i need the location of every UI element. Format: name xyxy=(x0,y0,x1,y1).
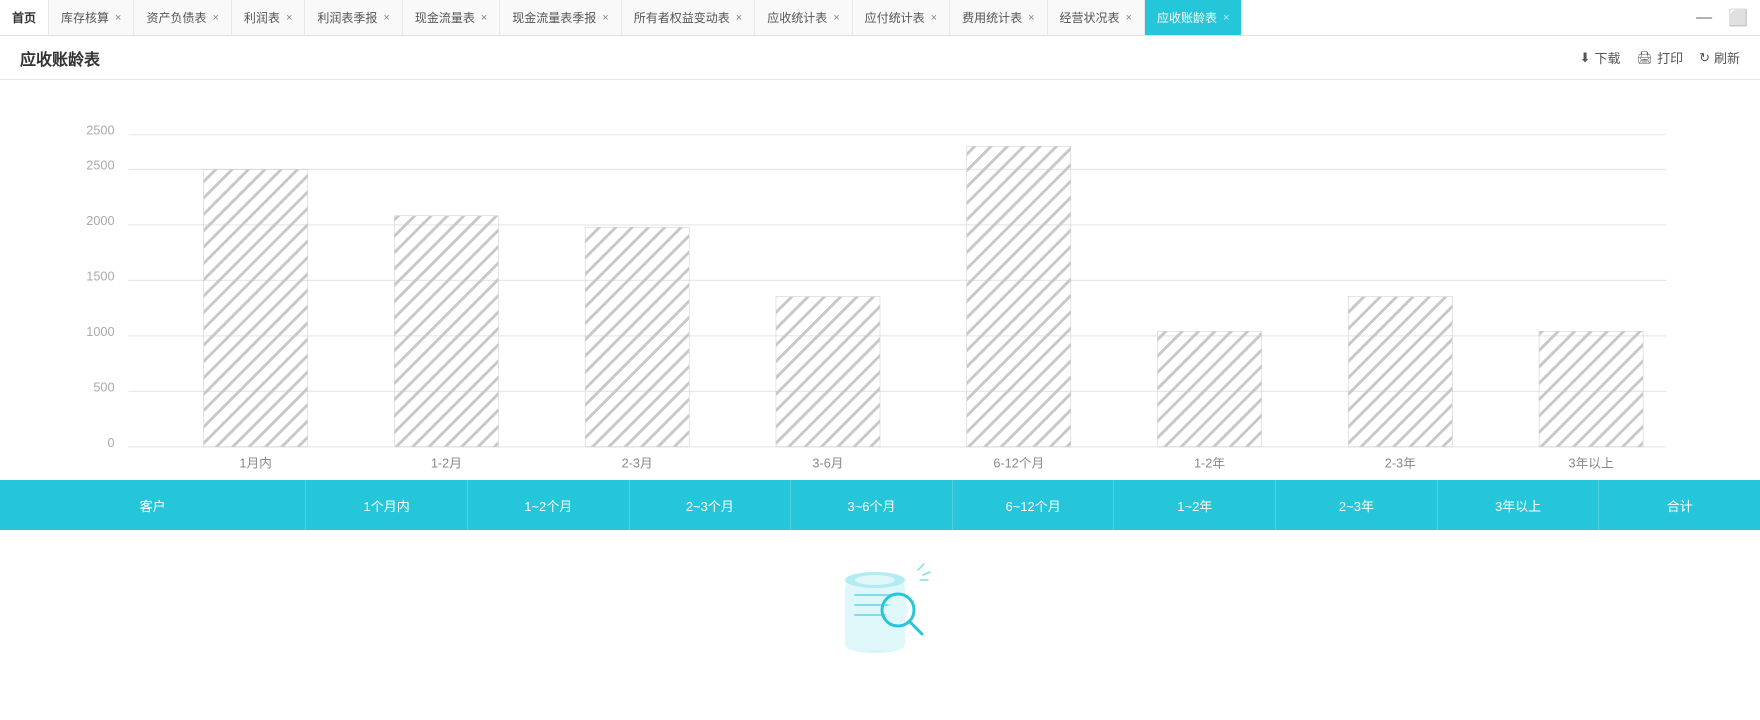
svg-text:1-2月: 1-2月 xyxy=(431,456,462,470)
svg-text:2-3年: 2-3年 xyxy=(1385,456,1416,470)
close-icon[interactable]: × xyxy=(383,12,389,24)
bar-chart: 0 500 1000 1500 2000 2500 2500 1月内 1-2月 … xyxy=(30,100,1730,470)
page-title: 应收账龄表 xyxy=(20,46,100,70)
col-2-3year: 2~3年 xyxy=(1276,480,1438,530)
svg-text:2500: 2500 xyxy=(86,123,114,138)
svg-text:1000: 1000 xyxy=(86,324,114,339)
col-1month: 1个月内 xyxy=(306,480,468,530)
empty-state xyxy=(0,530,1760,690)
close-icon[interactable]: × xyxy=(833,12,839,24)
tab-operations[interactable]: 经营状况表 × xyxy=(1048,0,1145,36)
svg-text:3-6月: 3-6月 xyxy=(812,456,843,470)
close-icon[interactable]: × xyxy=(212,12,218,24)
tab-bar: 首页 库存核算 × 资产负债表 × 利润表 × 利润表季报 × 现金流量表 × … xyxy=(0,0,1760,36)
svg-text:2000: 2000 xyxy=(86,213,114,228)
svg-text:500: 500 xyxy=(93,379,114,394)
svg-text:3年以上: 3年以上 xyxy=(1569,456,1614,470)
close-icon[interactable]: × xyxy=(931,12,937,24)
tab-ar-aging[interactable]: 应收账龄表 × xyxy=(1145,0,1241,36)
refresh-icon: ↻ xyxy=(1699,50,1710,66)
minimize-icon[interactable]: — xyxy=(1692,9,1716,27)
tab-bar-actions: — ⬜ xyxy=(1692,8,1760,28)
print-button[interactable]: 🖨 打印 xyxy=(1637,48,1684,67)
tab-inventory[interactable]: 库存核算 × xyxy=(49,0,134,36)
tab-profit-quarterly[interactable]: 利润表季报 × xyxy=(305,0,402,36)
col-total: 合计 xyxy=(1599,480,1760,530)
close-icon[interactable]: × xyxy=(1028,12,1034,24)
table-header: 客户 1个月内 1~2个月 2~3个月 3~6个月 6~12个月 1~2年 2~… xyxy=(0,480,1760,530)
close-icon[interactable]: × xyxy=(602,12,608,24)
chart-area: 0 500 1000 1500 2000 2500 2500 1月内 1-2月 … xyxy=(0,80,1760,480)
tab-balance-sheet[interactable]: 资产负债表 × xyxy=(134,0,231,36)
col-1-2month: 1~2个月 xyxy=(468,480,630,530)
tab-cashflow-quarterly[interactable]: 现金流量表季报 × xyxy=(500,0,621,36)
close-icon[interactable]: × xyxy=(286,12,292,24)
tab-cashflow[interactable]: 现金流量表 × xyxy=(403,0,500,36)
download-button[interactable]: ⬇ 下载 xyxy=(1580,48,1621,67)
svg-text:2-3月: 2-3月 xyxy=(622,456,653,470)
close-icon[interactable]: × xyxy=(115,12,121,24)
header-actions: ⬇ 下载 🖨 打印 ↻ 刷新 xyxy=(1580,48,1740,67)
tab-expense-stats[interactable]: 费用统计表 × xyxy=(950,0,1047,36)
svg-text:2500: 2500 xyxy=(86,157,114,172)
close-icon[interactable]: × xyxy=(1126,12,1132,24)
col-customer: 客户 xyxy=(0,480,306,530)
svg-text:1月内: 1月内 xyxy=(239,456,271,470)
empty-state-icon xyxy=(820,550,940,670)
col-1-2year: 1~2年 xyxy=(1114,480,1276,530)
tab-equity[interactable]: 所有者权益变动表 × xyxy=(622,0,755,36)
col-6-12month: 6~12个月 xyxy=(953,480,1115,530)
close-icon[interactable]: × xyxy=(736,12,742,24)
tab-ap-stats[interactable]: 应付统计表 × xyxy=(853,0,950,36)
svg-text:6-12个月: 6-12个月 xyxy=(993,456,1044,470)
tab-home[interactable]: 首页 xyxy=(0,0,49,36)
col-3-6month: 3~6个月 xyxy=(791,480,953,530)
tab-profit[interactable]: 利润表 × xyxy=(232,0,305,36)
svg-text:0: 0 xyxy=(107,435,114,450)
col-2-3month: 2~3个月 xyxy=(630,480,792,530)
close-icon[interactable]: × xyxy=(1223,12,1229,24)
page-header: 应收账龄表 ⬇ 下载 🖨 打印 ↻ 刷新 xyxy=(0,36,1760,80)
download-icon: ⬇ xyxy=(1580,50,1591,66)
refresh-button[interactable]: ↻ 刷新 xyxy=(1699,48,1740,67)
main-content: 0 500 1000 1500 2000 2500 2500 1月内 1-2月 … xyxy=(0,80,1760,720)
maximize-icon[interactable]: ⬜ xyxy=(1724,8,1752,28)
svg-text:1-2年: 1-2年 xyxy=(1194,456,1225,470)
print-icon: 🖨 xyxy=(1637,50,1654,66)
tab-ar-stats[interactable]: 应收统计表 × xyxy=(755,0,852,36)
svg-text:1500: 1500 xyxy=(86,268,114,283)
close-icon[interactable]: × xyxy=(481,12,487,24)
col-3plus-year: 3年以上 xyxy=(1438,480,1600,530)
